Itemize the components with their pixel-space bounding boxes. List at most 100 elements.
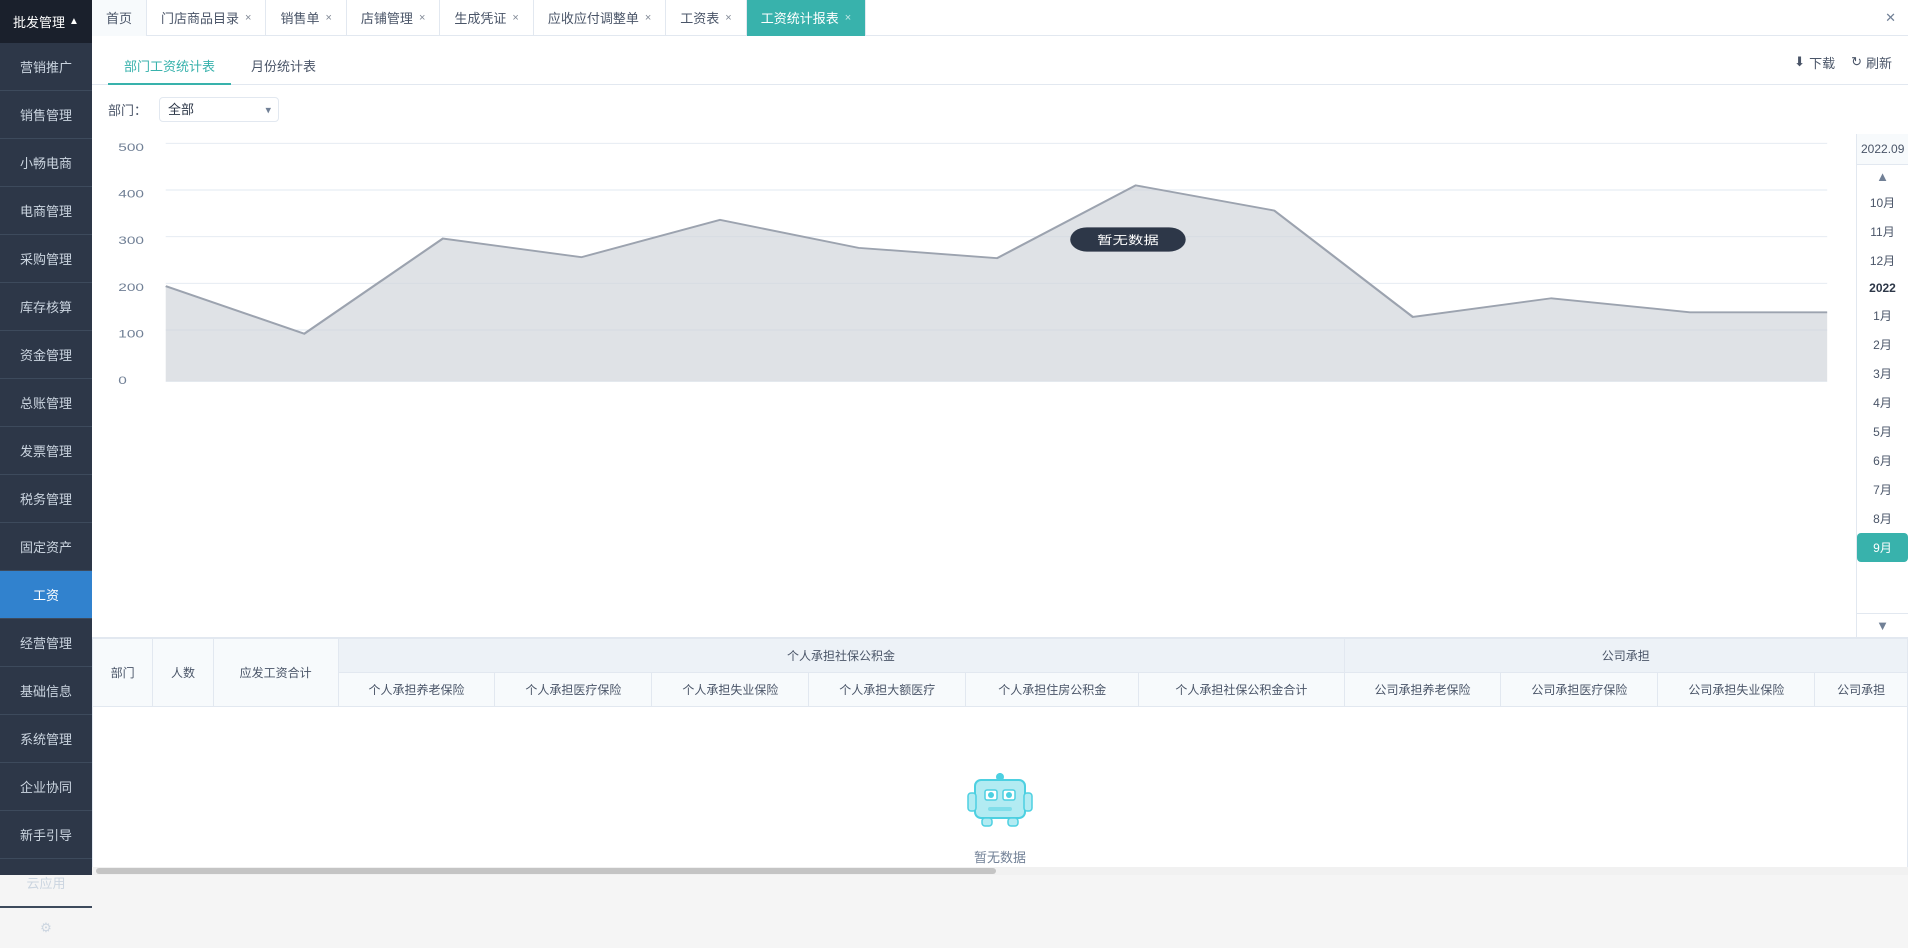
subtab-月份统计表[interactable]: 月份统计表: [235, 48, 332, 85]
sidebar-item-小畅电商[interactable]: 小畅电商: [0, 139, 92, 187]
refresh-label: 刷新: [1866, 53, 1892, 72]
tab-label: 工资统计报表: [761, 8, 839, 27]
tab-生成凭证[interactable]: 生成凭证 ×: [440, 0, 533, 36]
sidebar-item-基础信息[interactable]: 基础信息: [0, 667, 92, 715]
tab-工资统计报表[interactable]: 工资统计报表 ×: [747, 0, 866, 36]
tab-close-icon[interactable]: ×: [245, 12, 251, 24]
sidebar-item-系统管理[interactable]: 系统管理: [0, 715, 92, 763]
timeline-item-5月[interactable]: 5月: [1857, 417, 1908, 446]
tab-close-icon[interactable]: ×: [512, 12, 518, 24]
subtab-部门工资统计表[interactable]: 部门工资统计表: [108, 48, 231, 85]
svg-text:500: 500: [118, 141, 144, 153]
horizontal-scrollbar[interactable]: [96, 868, 996, 874]
svg-text:100: 100: [118, 327, 144, 339]
tab-close-icon[interactable]: ×: [725, 12, 731, 24]
timeline-item-3月[interactable]: 3月: [1857, 359, 1908, 388]
svg-text:200: 200: [118, 281, 144, 293]
col-salary: 应发工资合计: [213, 639, 338, 707]
col-people: 人数: [153, 639, 213, 707]
tab-店铺管理[interactable]: 店铺管理×: [347, 0, 440, 36]
sidebar-item-资金管理[interactable]: 资金管理: [0, 331, 92, 379]
download-icon: ⬇: [1794, 54, 1805, 70]
sidebar-item-固定资产[interactable]: 固定资产: [0, 523, 92, 571]
sidebar-item-采购管理[interactable]: 采购管理: [0, 235, 92, 283]
sidebar-item-总账管理[interactable]: 总账管理: [0, 379, 92, 427]
tab-销售单[interactable]: 销售单 ×: [266, 0, 346, 36]
tab-close-all-button[interactable]: ✕: [1873, 0, 1908, 36]
svg-text:300: 300: [118, 234, 144, 246]
sidebar-title: 批发管理: [13, 12, 65, 31]
col-dept: 部门: [93, 639, 153, 707]
timeline-item-4月[interactable]: 4月: [1857, 388, 1908, 417]
timeline-items: 10月11月12月20221月2月3月4月5月6月7月8月9月: [1857, 188, 1908, 613]
subtabs-container: 部门工资统计表月份统计表: [108, 48, 332, 84]
timeline-item-2月[interactable]: 2月: [1857, 330, 1908, 359]
sidebar-header[interactable]: 批发管理 ▲: [0, 0, 92, 43]
sidebar-item-经营管理[interactable]: 经营管理: [0, 619, 92, 667]
sidebar-item-销售管理[interactable]: 销售管理: [0, 91, 92, 139]
sidebar-item-新手引导[interactable]: 新手引导: [0, 811, 92, 859]
main-content: 首页门店商品目录×销售单×店铺管理×生成凭证×应收应付调整单×工资表×工资统计报…: [92, 0, 1908, 875]
timeline-item-6月[interactable]: 6月: [1857, 446, 1908, 475]
tab-label: 销售单: [280, 8, 319, 27]
col-个人承担养老保险: 个人承担养老保险: [338, 673, 495, 707]
timeline-item-1月[interactable]: 1月: [1857, 301, 1908, 330]
tab-首页[interactable]: 首页: [92, 0, 147, 36]
tab-门店商品目录[interactable]: 门店商品目录 ×: [147, 0, 266, 36]
sidebar-footer[interactable]: ⚙: [0, 907, 92, 948]
col-公司承担失业保险: 公司承担失业保险: [1658, 673, 1815, 707]
chart-area: 500 400 300 200 100 0: [92, 134, 1856, 637]
department-select[interactable]: 全部销售部采购部财务部仓储部: [159, 97, 279, 122]
timeline-down-button[interactable]: ▼: [1857, 613, 1908, 637]
tab-工资表[interactable]: 工资表×: [666, 0, 746, 36]
sub-tabs: 部门工资统计表月份统计表 ⬇ 下载 ↻ 刷新: [92, 36, 1908, 85]
timeline-item-9月[interactable]: 9月: [1857, 533, 1908, 562]
content-area: 部门工资统计表月份统计表 ⬇ 下载 ↻ 刷新 部门： 全部销售部采购部财务部仓储…: [92, 36, 1908, 875]
col-个人承担大额医疗: 个人承担大额医疗: [809, 673, 966, 707]
table-wrapper: 部门 人数 应发工资合计 个人承担社保公积金 公司承担 个人承担养老保险个人承担…: [92, 637, 1908, 867]
tab-label: 生成凭证: [454, 8, 506, 27]
sidebar-item-企业协同[interactable]: 企业协同: [0, 763, 92, 811]
tab-close-icon[interactable]: ×: [419, 12, 425, 24]
timeline-item-10月[interactable]: 10月: [1857, 188, 1908, 217]
timeline-item-12月[interactable]: 12月: [1857, 246, 1908, 275]
no-data-robot-icon: [960, 755, 1040, 835]
svg-text:0: 0: [118, 374, 127, 386]
timeline-item-8月[interactable]: 8月: [1857, 504, 1908, 533]
sidebar-item-库存核算[interactable]: 库存核算: [0, 283, 92, 331]
timeline-header: 2022.09: [1857, 134, 1908, 165]
svg-text:400: 400: [118, 187, 144, 199]
sidebar-item-税务管理[interactable]: 税务管理: [0, 475, 92, 523]
col-公司承担: 公司承担: [1815, 673, 1908, 707]
timeline-up-button[interactable]: ▲: [1857, 165, 1908, 188]
tab-label: 应收应付调整单: [548, 8, 639, 27]
tab-bar: 首页门店商品目录×销售单×店铺管理×生成凭证×应收应付调整单×工资表×工资统计报…: [92, 0, 1908, 36]
sidebar-items: 营销推广销售管理小畅电商电商管理采购管理库存核算资金管理总账管理发票管理税务管理…: [0, 43, 92, 907]
sidebar-item-电商管理[interactable]: 电商管理: [0, 187, 92, 235]
timeline-panel: 2022.09 ▲ 10月11月12月20221月2月3月4月5月6月7月8月9…: [1856, 134, 1908, 637]
col-个人承担医疗保险: 个人承担医疗保险: [495, 673, 652, 707]
tab-应收应付调整单[interactable]: 应收应付调整单 ×: [534, 0, 666, 36]
tab-close-icon[interactable]: ×: [325, 12, 331, 24]
timeline-item-7月[interactable]: 7月: [1857, 475, 1908, 504]
download-button[interactable]: ⬇ 下载: [1794, 53, 1835, 72]
action-buttons: ⬇ 下载 ↻ 刷新: [1794, 53, 1892, 80]
tab-close-icon[interactable]: ×: [845, 12, 851, 24]
sidebar-item-营销推广[interactable]: 营销推广: [0, 43, 92, 91]
sidebar-item-云应用[interactable]: 云应用: [0, 859, 92, 907]
sidebar-item-发票管理[interactable]: 发票管理: [0, 427, 92, 475]
col-group-company: 公司承担: [1344, 639, 1908, 673]
sidebar: 批发管理 ▲ 营销推广销售管理小畅电商电商管理采购管理库存核算资金管理总账管理发…: [0, 0, 92, 875]
tab-close-icon[interactable]: ×: [645, 12, 651, 24]
timeline-item-2022[interactable]: 2022: [1857, 275, 1908, 301]
sidebar-arrow-icon: ▲: [69, 16, 79, 27]
col-个人承担失业保险: 个人承担失业保险: [652, 673, 809, 707]
col-个人承担社保公积金合计: 个人承担社保公积金合计: [1139, 673, 1344, 707]
timeline-item-11月[interactable]: 11月: [1857, 217, 1908, 246]
sidebar-item-工资[interactable]: 工资: [0, 571, 92, 619]
tab-label: 门店商品目录: [161, 8, 239, 27]
filter-row: 部门： 全部销售部采购部财务部仓储部: [92, 85, 1908, 134]
col-公司承担养老保险: 公司承担养老保险: [1344, 673, 1501, 707]
refresh-button[interactable]: ↻ 刷新: [1851, 53, 1892, 72]
department-select-wrapper: 全部销售部采购部财务部仓储部: [159, 97, 279, 122]
